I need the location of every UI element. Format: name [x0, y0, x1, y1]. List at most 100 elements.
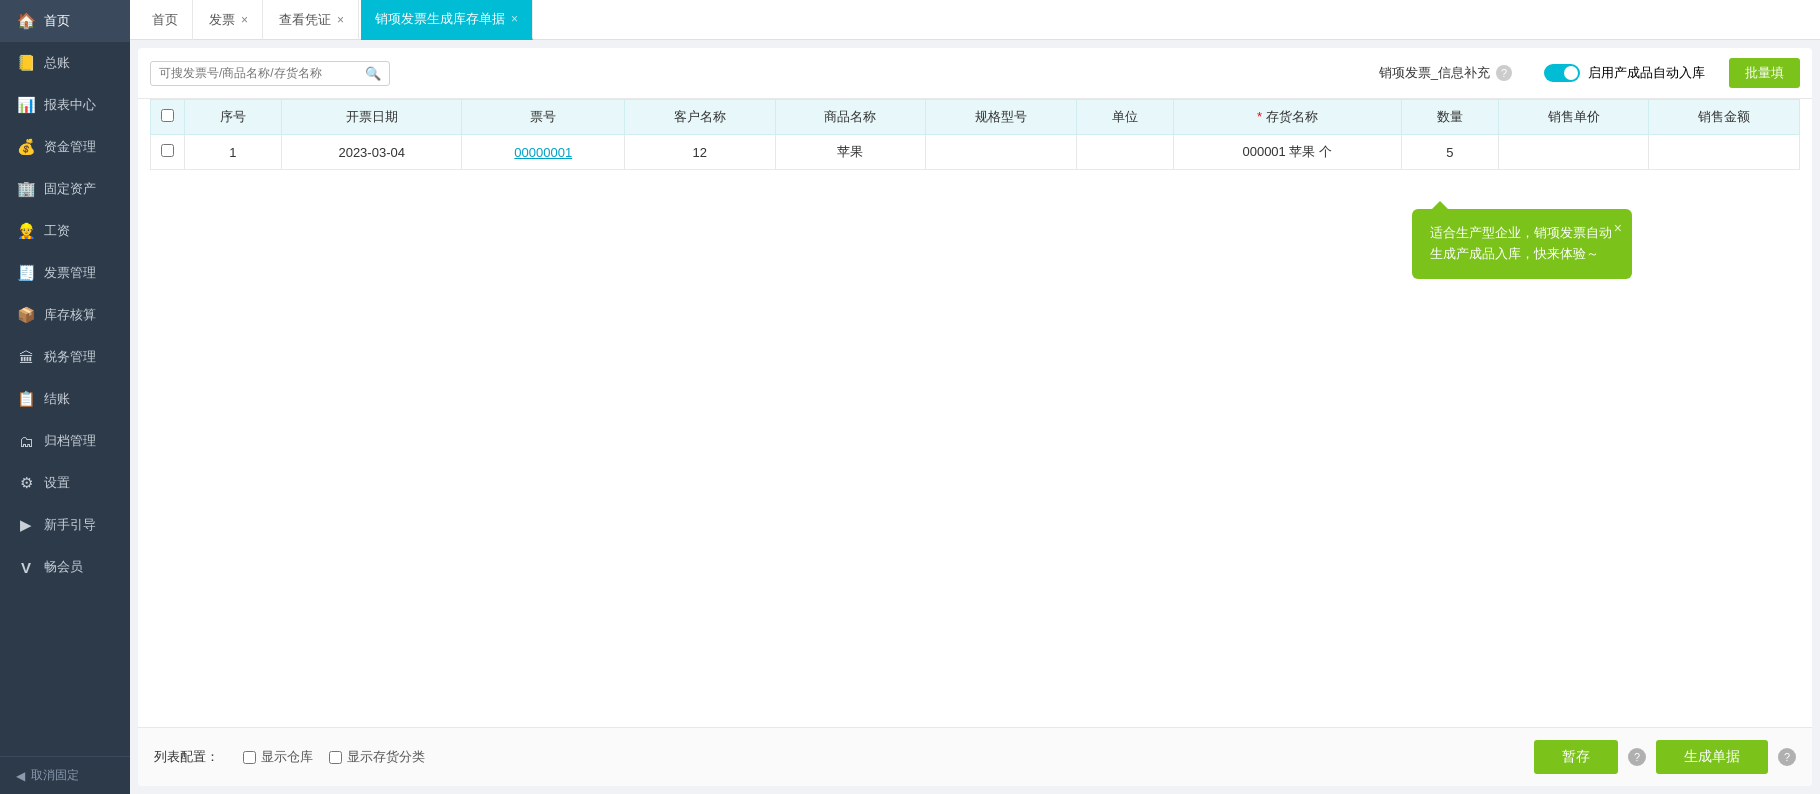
- sidebar-item-label: 固定资产: [44, 180, 96, 198]
- data-table: 序号 开票日期 票号 客户名称 商品名称 规格型号 单位 存货名称 数量 销售单…: [150, 99, 1800, 170]
- row-inventory: 000001 苹果 个: [1173, 135, 1401, 170]
- row-seq: 1: [185, 135, 282, 170]
- table-container: 序号 开票日期 票号 客户名称 商品名称 规格型号 单位 存货名称 数量 销售单…: [138, 99, 1812, 727]
- tooltip-bubble: × 适合生产型企业，销项发票自动生成产成品入库，快来体验～: [1412, 209, 1632, 279]
- guide-icon: ▶: [16, 516, 36, 534]
- tab-cancel-invoice[interactable]: 销项发票生成库存单据 ×: [361, 0, 533, 40]
- funds-icon: 💰: [16, 138, 36, 156]
- th-qty: 数量: [1401, 100, 1498, 135]
- bottom-actions: 暂存 ? 生成单据 ?: [1534, 740, 1796, 774]
- row-checkbox-cell: [151, 135, 185, 170]
- sidebar-item-report[interactable]: 📊 报表中心: [0, 84, 130, 126]
- sidebar-item-label: 总账: [44, 54, 70, 72]
- pin-label: 取消固定: [31, 767, 79, 784]
- show-warehouse-label[interactable]: 显示仓库: [243, 748, 313, 766]
- row-qty: 5: [1401, 135, 1498, 170]
- show-category-checkbox[interactable]: [329, 751, 342, 764]
- sidebar-item-fixed-assets[interactable]: 🏢 固定资产: [0, 168, 130, 210]
- tab-view-voucher-label: 查看凭证: [279, 11, 331, 29]
- toggle-label: 启用产成品自动入库: [1588, 64, 1705, 82]
- sidebar-item-funds[interactable]: 💰 资金管理: [0, 126, 130, 168]
- pin-toggle[interactable]: ◀ 取消固定: [0, 756, 130, 794]
- sidebar-item-label: 首页: [44, 12, 70, 30]
- sidebar-item-label: 库存核算: [44, 306, 96, 324]
- sidebar-item-label: 工资: [44, 222, 70, 240]
- row-unit-price: [1498, 135, 1649, 170]
- th-product: 商品名称: [775, 100, 926, 135]
- save-button[interactable]: 暂存: [1534, 740, 1618, 774]
- sidebar-item-labor[interactable]: 👷 工资: [0, 210, 130, 252]
- sidebar-item-label: 设置: [44, 474, 70, 492]
- generate-button[interactable]: 生成单据: [1656, 740, 1768, 774]
- sidebar-item-settle[interactable]: 📋 结账: [0, 378, 130, 420]
- invoice-link[interactable]: 00000001: [514, 145, 572, 160]
- show-warehouse-text: 显示仓库: [261, 748, 313, 766]
- search-icon[interactable]: 🔍: [365, 66, 381, 81]
- settle-icon: 📋: [16, 390, 36, 408]
- home-icon: 🏠: [16, 12, 36, 30]
- row-customer: 12: [625, 135, 776, 170]
- table-row: 1 2023-03-04 00000001 12 苹果 000001 苹果 个 …: [151, 135, 1800, 170]
- ledger-icon: 📒: [16, 54, 36, 72]
- th-customer: 客户名称: [625, 100, 776, 135]
- sidebar-item-tax[interactable]: 🏛 税务管理: [0, 336, 130, 378]
- fixed-assets-icon: 🏢: [16, 180, 36, 198]
- tax-icon: 🏛: [16, 349, 36, 366]
- row-product: 苹果: [775, 135, 926, 170]
- sidebar-item-ledger[interactable]: 📒 总账: [0, 42, 130, 84]
- sidebar-item-guide[interactable]: ▶ 新手引导: [0, 504, 130, 546]
- invoice-mgmt-icon: 🧾: [16, 264, 36, 282]
- row-amount: [1649, 135, 1800, 170]
- labor-icon: 👷: [16, 222, 36, 240]
- select-all-checkbox[interactable]: [161, 109, 174, 122]
- search-input[interactable]: [159, 66, 359, 80]
- sidebar-item-inventory[interactable]: 📦 库存核算: [0, 294, 130, 336]
- batch-fill-button[interactable]: 批量填: [1729, 58, 1800, 88]
- main-content-wrapper: 序号 开票日期 票号 客户名称 商品名称 规格型号 单位 存货名称 数量 销售单…: [138, 99, 1812, 727]
- sidebar-item-home[interactable]: 🏠 首页: [0, 0, 130, 42]
- row-spec: [926, 135, 1077, 170]
- sidebar-item-label: 归档管理: [44, 432, 96, 450]
- tab-invoice[interactable]: 发票 ×: [195, 0, 263, 40]
- info-help-icon[interactable]: ?: [1496, 65, 1512, 81]
- th-date: 开票日期: [281, 100, 461, 135]
- info-label: 销项发票_信息补充: [1379, 64, 1490, 82]
- bottom-bar: 列表配置： 显示仓库 显示存货分类 暂存 ? 生成单据 ?: [138, 727, 1812, 786]
- tab-view-voucher-close[interactable]: ×: [337, 13, 344, 27]
- show-warehouse-checkbox[interactable]: [243, 751, 256, 764]
- tab-cancel-invoice-close[interactable]: ×: [511, 12, 518, 26]
- auto-warehouse-toggle[interactable]: [1544, 64, 1580, 82]
- save-help-icon[interactable]: ?: [1628, 748, 1646, 766]
- info-section: 销项发票_信息补充 ?: [1379, 64, 1512, 82]
- toolbar: 🔍 销项发票_信息补充 ? 启用产成品自动入库 批量填: [138, 48, 1812, 99]
- generate-help-icon[interactable]: ?: [1778, 748, 1796, 766]
- tab-home-label: 首页: [152, 11, 178, 29]
- sidebar-item-label: 报表中心: [44, 96, 96, 114]
- th-no: 票号: [462, 100, 625, 135]
- sidebar-item-invoice-mgmt[interactable]: 🧾 发票管理: [0, 252, 130, 294]
- tab-view-voucher[interactable]: 查看凭证 ×: [265, 0, 359, 40]
- tab-invoice-label: 发票: [209, 11, 235, 29]
- inventory-icon: 📦: [16, 306, 36, 324]
- tab-bar: 首页 发票 × 查看凭证 × 销项发票生成库存单据 ×: [130, 0, 1820, 40]
- sidebar-item-archive[interactable]: 🗂 归档管理: [0, 420, 130, 462]
- sidebar-item-label: 结账: [44, 390, 70, 408]
- tab-invoice-close[interactable]: ×: [241, 13, 248, 27]
- page-content: 🔍 销项发票_信息补充 ? 启用产成品自动入库 批量填: [138, 48, 1812, 786]
- sidebar-item-vip[interactable]: V 畅会员: [0, 546, 130, 588]
- sidebar-item-label: 畅会员: [44, 558, 83, 576]
- search-box[interactable]: 🔍: [150, 61, 390, 86]
- toggle-section: 启用产成品自动入库: [1544, 64, 1705, 82]
- sidebar-item-label: 发票管理: [44, 264, 96, 282]
- sidebar-item-label: 新手引导: [44, 516, 96, 534]
- sidebar-item-label: 税务管理: [44, 348, 96, 366]
- th-seq: 序号: [185, 100, 282, 135]
- tooltip-close-button[interactable]: ×: [1614, 217, 1622, 239]
- list-config-label: 列表配置：: [154, 748, 219, 766]
- tab-home[interactable]: 首页: [138, 0, 193, 40]
- sidebar-item-settings[interactable]: ⚙ 设置: [0, 462, 130, 504]
- th-unit-price: 销售单价: [1498, 100, 1649, 135]
- settings-icon: ⚙: [16, 474, 36, 492]
- row-checkbox[interactable]: [161, 144, 174, 157]
- show-category-label[interactable]: 显示存货分类: [329, 748, 425, 766]
